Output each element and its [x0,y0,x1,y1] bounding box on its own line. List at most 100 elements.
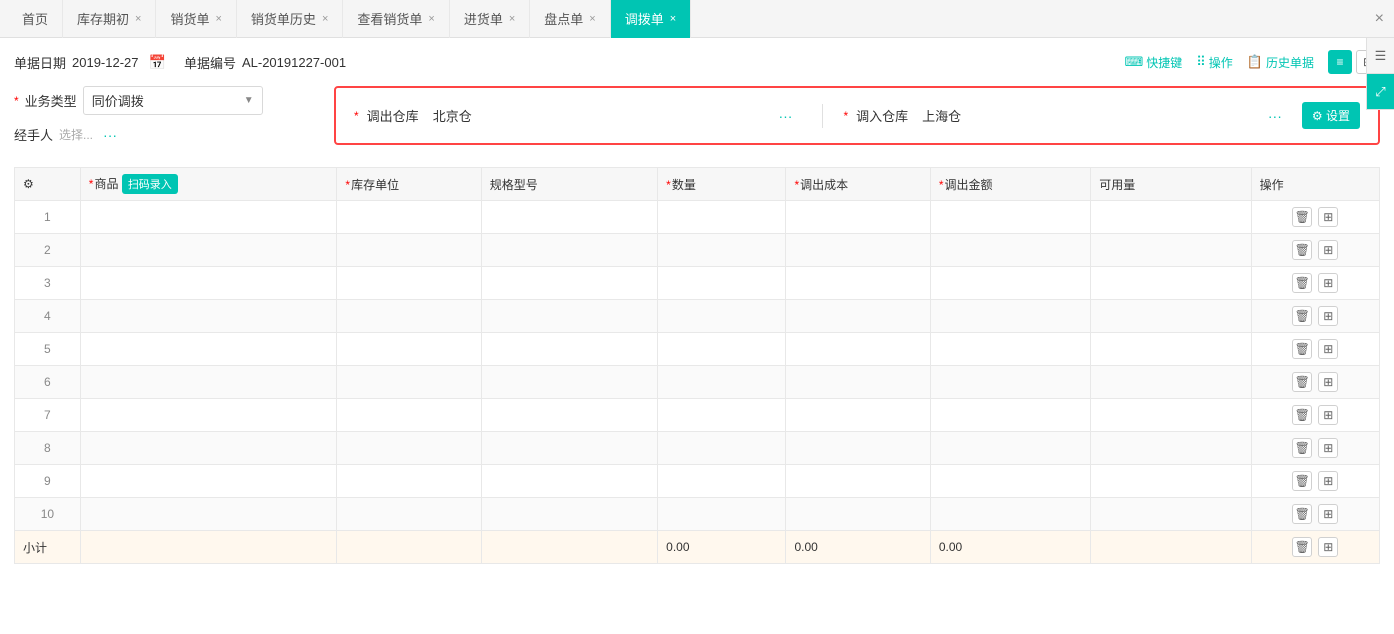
settings-button[interactable]: ⚙ 设置 [1302,102,1360,129]
row-delete-icon-2[interactable]: 🗑 [1292,240,1312,260]
tab-inventory-check[interactable]: 盘点单 × [530,0,610,38]
row-avail-1[interactable] [1091,201,1251,234]
transfer-in-more-icon[interactable]: ··· [1268,108,1292,124]
row-delete-icon-5[interactable]: 🗑 [1292,339,1312,359]
row-cost-6[interactable] [786,366,930,399]
row-spec-1[interactable] [481,201,657,234]
row-avail-10[interactable] [1091,498,1251,531]
row-product-10[interactable] [80,498,337,531]
business-type-select[interactable]: 同价调拨 ▼ [83,86,263,115]
tab-sales-history[interactable]: 销货单历史 × [237,0,343,38]
row-avail-8[interactable] [1091,432,1251,465]
row-spec-7[interactable] [481,399,657,432]
date-value[interactable]: 2019-12-27 [72,55,139,70]
row-product-8[interactable] [80,432,337,465]
row-avail-3[interactable] [1091,267,1251,300]
tab-home[interactable]: 首页 [8,0,63,38]
row-avail-4[interactable] [1091,300,1251,333]
row-amount-10[interactable] [930,498,1090,531]
transfer-out-more-icon[interactable]: ··· [778,108,802,124]
row-copy-icon-7[interactable]: ⊞ [1318,405,1338,425]
row-cost-10[interactable] [786,498,930,531]
row-amount-2[interactable] [930,234,1090,267]
shortcuts-action[interactable]: ⌨ 快捷键 [1124,54,1182,71]
row-delete-icon-9[interactable]: 🗑 [1292,471,1312,491]
row-amount-3[interactable] [930,267,1090,300]
row-copy-icon-5[interactable]: ⊞ [1318,339,1338,359]
row-delete-icon-10[interactable]: 🗑 [1292,504,1312,524]
list-view-button[interactable]: ≡ [1328,50,1352,74]
row-avail-2[interactable] [1091,234,1251,267]
subtotal-delete-icon[interactable]: 🗑 [1292,537,1312,557]
row-delete-icon-7[interactable]: 🗑 [1292,405,1312,425]
tab-inventory-init[interactable]: 库存期初 × [63,0,156,38]
row-unit-3[interactable] [337,267,481,300]
row-qty-2[interactable] [658,234,786,267]
row-qty-10[interactable] [658,498,786,531]
row-cost-8[interactable] [786,432,930,465]
row-cost-2[interactable] [786,234,930,267]
tab-sales-order-close[interactable]: × [215,13,221,25]
transfer-out-value[interactable]: 北京仓 [433,106,472,125]
row-amount-5[interactable] [930,333,1090,366]
row-unit-5[interactable] [337,333,481,366]
row-product-3[interactable] [80,267,337,300]
row-avail-6[interactable] [1091,366,1251,399]
row-copy-icon-8[interactable]: ⊞ [1318,438,1338,458]
row-copy-icon-4[interactable]: ⊞ [1318,306,1338,326]
row-spec-10[interactable] [481,498,657,531]
row-avail-7[interactable] [1091,399,1251,432]
tab-view-sales[interactable]: 查看销货单 × [343,0,449,38]
tab-sales-history-close[interactable]: × [322,13,328,25]
row-delete-icon-6[interactable]: 🗑 [1292,372,1312,392]
row-copy-icon-3[interactable]: ⊞ [1318,273,1338,293]
row-cost-5[interactable] [786,333,930,366]
row-qty-7[interactable] [658,399,786,432]
row-unit-6[interactable] [337,366,481,399]
row-cost-3[interactable] [786,267,930,300]
row-copy-icon-2[interactable]: ⊞ [1318,240,1338,260]
tab-inventory-check-close[interactable]: × [589,13,595,25]
row-product-9[interactable] [80,465,337,498]
row-delete-icon-3[interactable]: 🗑 [1292,273,1312,293]
close-all-button[interactable]: × [1375,10,1384,28]
row-amount-4[interactable] [930,300,1090,333]
row-delete-icon-8[interactable]: 🗑 [1292,438,1312,458]
row-qty-4[interactable] [658,300,786,333]
row-amount-1[interactable] [930,201,1090,234]
row-amount-6[interactable] [930,366,1090,399]
row-product-6[interactable] [80,366,337,399]
row-spec-5[interactable] [481,333,657,366]
manager-more-icon[interactable]: ··· [103,127,117,143]
row-spec-6[interactable] [481,366,657,399]
scan-barcode-button[interactable]: 扫码录入 [122,174,178,194]
row-product-4[interactable] [80,300,337,333]
row-qty-5[interactable] [658,333,786,366]
row-spec-3[interactable] [481,267,657,300]
tab-transfer[interactable]: 调拨单 × [611,0,691,38]
row-copy-icon-1[interactable]: ⊞ [1318,207,1338,227]
row-copy-icon-9[interactable]: ⊞ [1318,471,1338,491]
row-copy-icon-6[interactable]: ⊞ [1318,372,1338,392]
docnum-value[interactable]: AL-20191227-001 [242,55,346,70]
row-unit-2[interactable] [337,234,481,267]
row-cost-9[interactable] [786,465,930,498]
tab-view-sales-close[interactable]: × [428,13,434,25]
row-qty-3[interactable] [658,267,786,300]
row-product-1[interactable] [80,201,337,234]
row-unit-9[interactable] [337,465,481,498]
row-unit-10[interactable] [337,498,481,531]
subtotal-copy-icon[interactable]: ⊞ [1318,537,1338,557]
row-qty-9[interactable] [658,465,786,498]
row-amount-8[interactable] [930,432,1090,465]
row-cost-4[interactable] [786,300,930,333]
tab-purchase-order-close[interactable]: × [509,13,515,25]
sidebar-list-icon[interactable]: ☰ [1367,38,1394,74]
row-qty-1[interactable] [658,201,786,234]
row-spec-9[interactable] [481,465,657,498]
manager-select[interactable]: 选择... [59,126,93,143]
row-qty-8[interactable] [658,432,786,465]
row-product-2[interactable] [80,234,337,267]
row-unit-1[interactable] [337,201,481,234]
row-spec-4[interactable] [481,300,657,333]
